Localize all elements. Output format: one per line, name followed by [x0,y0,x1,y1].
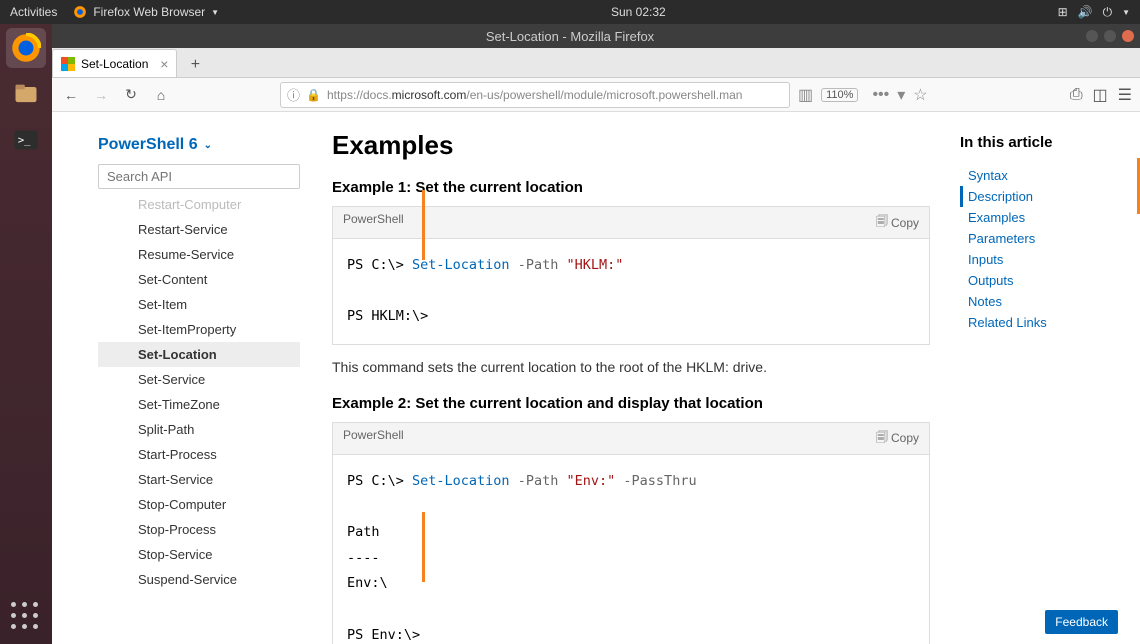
app-menu[interactable]: Firefox Web Browser ▼ [73,5,219,19]
version-selector[interactable]: PowerShell 6 ⌄ [98,136,300,154]
tracking-icon[interactable]: ▾ [897,85,905,105]
in-this-article: In this article Syntax Description Example… [950,112,1140,644]
dock-firefox[interactable] [6,28,46,68]
info-icon[interactable]: ⓘ [287,85,300,104]
page-content: PowerShell 6 ⌄ Restart-ComputerRestart-S… [52,112,1140,644]
zoom-badge[interactable]: 110% [821,88,858,102]
files-icon [12,80,40,108]
nav-item-stop-computer[interactable]: Stop-Computer [98,492,300,517]
url-suffix: /en-us/powershell/module/microsoft.power… [466,88,742,102]
url-prefix: https://docs. [327,88,392,102]
firefox-icon [73,5,87,19]
search-input[interactable] [98,164,300,189]
window-title: Set-Location - Mozilla Firefox [486,29,654,44]
example1-desc: This command sets the current location t… [332,359,930,375]
toc-title: In this article [960,134,1130,151]
page-actions[interactable]: ••• [872,86,889,104]
chevron-down-icon: ▼ [1122,8,1130,17]
forward-button[interactable]: → [90,84,112,106]
browser-navbar: ← → ↻ ⌂ ⓘ 🔒 https://docs.microsoft.com/e… [52,78,1140,112]
toc-link-examples[interactable]: Examples [968,210,1025,225]
nav-item-stop-process[interactable]: Stop-Process [98,517,300,542]
chevron-down-icon: ⌄ [204,140,212,151]
activities-button[interactable]: Activities [10,5,57,19]
window-titlebar: Set-Location - Mozilla Firefox [0,24,1140,48]
dock-terminal[interactable]: >_ [6,120,46,160]
reload-button[interactable]: ↻ [120,84,142,106]
selection-marker [422,512,425,582]
volume-icon[interactable]: 🔊 [1078,5,1093,19]
library-icon[interactable]: ⎙ [1070,86,1083,104]
close-tab-icon[interactable]: × [160,56,168,72]
url-domain: microsoft.com [392,88,467,102]
ubuntu-dock: >_ [0,24,52,644]
api-sidebar: PowerShell 6 ⌄ Restart-ComputerRestart-S… [52,112,312,644]
browser-tab[interactable]: Set-Location × [52,49,177,77]
nav-item-restart-service[interactable]: Restart-Service [98,217,300,242]
nav-item-set-item[interactable]: Set-Item [98,292,300,317]
toc-link-inputs[interactable]: Inputs [968,252,1003,267]
section-heading: Examples [332,130,930,161]
sidebar-icon[interactable]: ◫ [1093,85,1108,105]
bookmark-icon[interactable]: ☆ [913,85,927,105]
firefox-icon [11,33,41,63]
toc-link-parameters[interactable]: Parameters [968,231,1035,246]
example2-title: Example 2: Set the current location and … [332,395,930,412]
back-button[interactable]: ← [60,84,82,106]
api-nav-list: Restart-ComputerRestart-ServiceResume-Se… [98,197,300,592]
nav-item-set-location[interactable]: Set-Location [98,342,300,367]
tab-title: Set-Location [81,57,148,71]
toc-link-syntax[interactable]: Syntax [968,168,1008,183]
copy-button[interactable]: 🗐 Copy [876,428,919,449]
nav-item-set-service[interactable]: Set-Service [98,367,300,392]
ms-favicon [61,57,75,71]
chevron-down-icon: ▼ [211,8,219,17]
nav-item-start-service[interactable]: Start-Service [98,467,300,492]
nav-item-set-timezone[interactable]: Set-TimeZone [98,392,300,417]
show-applications[interactable] [11,602,41,632]
code-lang: PowerShell [343,212,404,233]
clock[interactable]: Sun 02:32 [219,5,1057,19]
toc-link-related-links[interactable]: Related Links [968,315,1047,330]
menu-icon[interactable]: ☰ [1118,85,1132,105]
maximize-button[interactable] [1104,30,1116,42]
dock-files[interactable] [6,74,46,114]
nav-item-set-content[interactable]: Set-Content [98,267,300,292]
url-bar[interactable]: ⓘ 🔒 https://docs.microsoft.com/en-us/pow… [280,82,790,108]
svg-text:>_: >_ [18,135,31,147]
nav-item-stop-service[interactable]: Stop-Service [98,542,300,567]
minimize-button[interactable] [1086,30,1098,42]
article-body: Examples Example 1: Set the current loca… [312,112,950,644]
home-button[interactable]: ⌂ [150,84,172,106]
nav-item-restart-computer[interactable]: Restart-Computer [98,197,300,217]
toc-list: Syntax Description Examples Parameters Input… [960,165,1130,333]
nav-item-set-itemproperty[interactable]: Set-ItemProperty [98,317,300,342]
copy-button[interactable]: 🗐 Copy [876,212,919,233]
feedback-button[interactable]: Feedback [1045,610,1118,634]
nav-item-resume-service[interactable]: Resume-Service [98,242,300,267]
toc-link-outputs[interactable]: Outputs [968,273,1014,288]
new-tab-button[interactable]: + [183,53,207,77]
toc-link-description[interactable]: Description [968,189,1033,204]
nav-item-split-path[interactable]: Split-Path [98,417,300,442]
os-top-bar: Activities Firefox Web Browser ▼ Sun 02:… [0,0,1140,24]
toc-link-notes[interactable]: Notes [968,294,1002,309]
lock-icon: 🔒 [306,88,321,102]
code-lang: PowerShell [343,428,404,449]
selection-marker [422,190,425,260]
reader-mode-icon[interactable]: ▥ [798,85,813,105]
nav-item-start-process[interactable]: Start-Process [98,442,300,467]
terminal-icon: >_ [12,126,40,154]
tab-strip: Set-Location × + [52,48,1140,78]
power-icon[interactable]: ⏻ [1103,5,1113,20]
close-button[interactable] [1122,30,1134,42]
nav-item-suspend-service[interactable]: Suspend-Service [98,567,300,592]
network-icon[interactable]: ⊞ [1058,5,1068,19]
